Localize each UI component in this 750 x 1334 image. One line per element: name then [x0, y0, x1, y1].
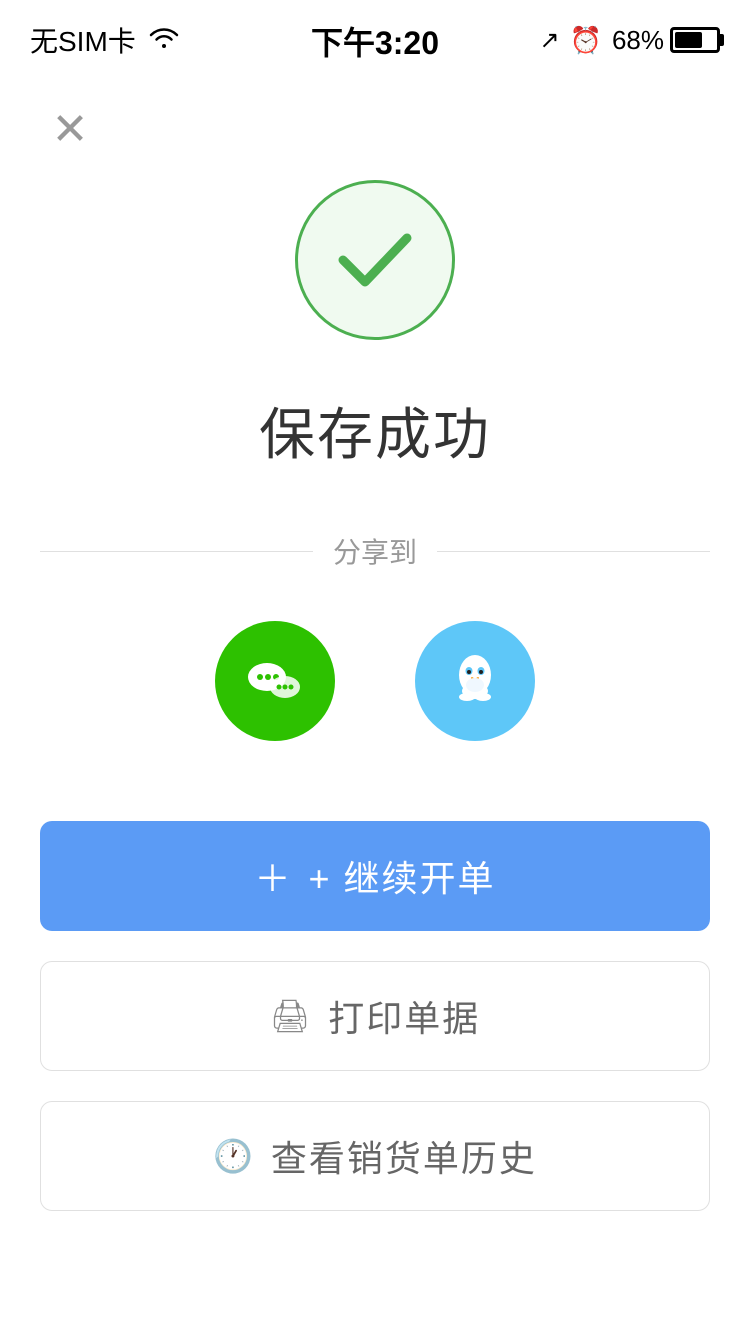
qq-logo	[439, 645, 511, 717]
history-icon: 🕐	[213, 1137, 255, 1175]
history-button[interactable]: 🕐 查看销货单历史	[40, 1101, 710, 1211]
close-icon: ✕	[52, 108, 89, 152]
plus-icon: ＋	[254, 850, 292, 902]
wifi-icon	[148, 24, 180, 56]
share-label: 分享到	[333, 531, 417, 571]
print-icon: 🖨	[270, 997, 313, 1035]
main-content: ✕ 保存成功 分享到	[0, 80, 750, 1334]
continue-button[interactable]: ＋ + 继续开单	[40, 821, 710, 931]
success-title: 保存成功	[259, 390, 491, 471]
carrier-text: 无SIM卡	[30, 20, 136, 60]
status-bar: 无SIM卡 下午3:20 ↗ ⏰ 68%	[0, 0, 750, 80]
actions-section: ＋ + 继续开单 🖨 打印单据 🕐 查看销货单历史	[40, 821, 710, 1211]
wechat-logo	[239, 645, 311, 717]
qq-share-button[interactable]	[415, 621, 535, 741]
battery-text: 68%	[612, 25, 664, 56]
history-label: 查看销货单历史	[271, 1130, 537, 1182]
checkmark-icon	[335, 230, 415, 290]
print-label: 打印单据	[328, 990, 480, 1042]
wechat-share-button[interactable]	[215, 621, 335, 741]
time-display: 下午3:20	[311, 18, 439, 64]
share-icons-row	[215, 621, 535, 741]
divider-right	[437, 551, 710, 552]
continue-label: + 继续开单	[308, 850, 495, 902]
divider-left	[40, 551, 313, 552]
close-button[interactable]: ✕	[40, 100, 100, 160]
share-section: 分享到	[40, 531, 710, 741]
battery-fill	[675, 32, 702, 48]
success-icon-wrapper	[295, 180, 455, 340]
print-button[interactable]: 🖨 打印单据	[40, 961, 710, 1071]
alarm-icon: ⏰	[570, 25, 602, 56]
carrier-wifi: 无SIM卡	[30, 20, 180, 60]
battery-icon	[670, 27, 720, 53]
location-icon: ↗	[539, 26, 559, 55]
share-divider-row: 分享到	[40, 531, 710, 571]
battery-container: 68%	[612, 25, 720, 56]
status-right-icons: ↗ ⏰ 68%	[539, 25, 720, 56]
